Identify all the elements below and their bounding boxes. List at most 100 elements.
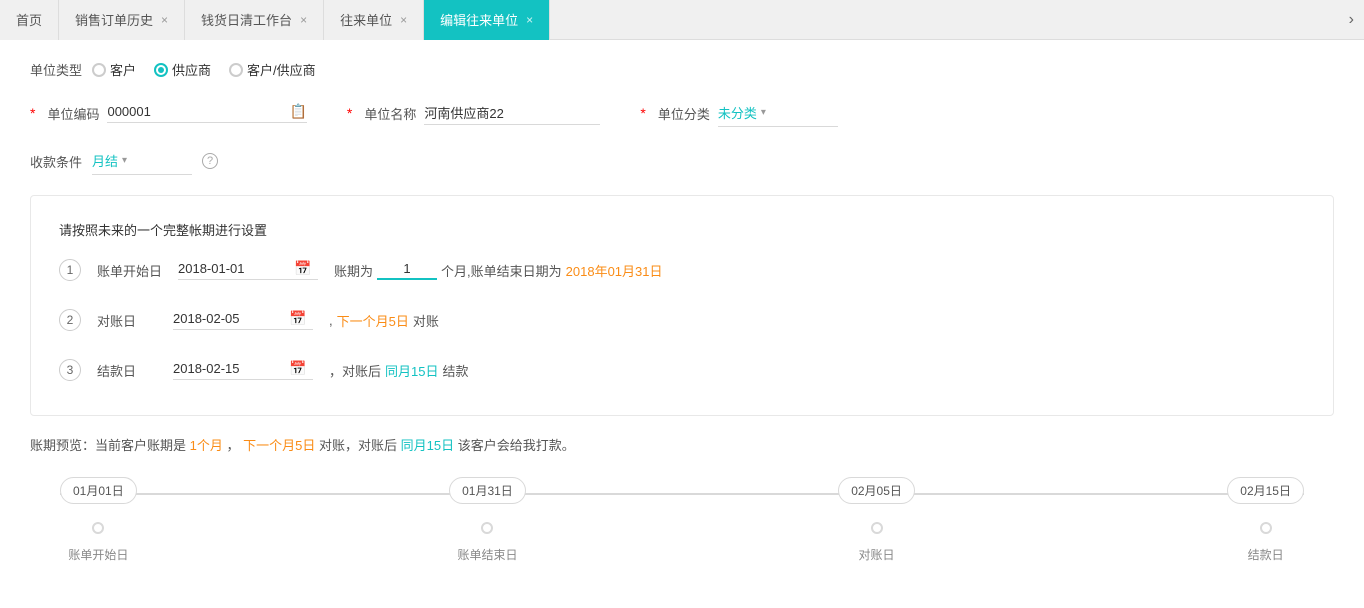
help-icon[interactable]: ? xyxy=(202,153,218,169)
timeline-badge-2: 02月05日 xyxy=(838,477,915,504)
timeline-node-label-0: 账单开始日 xyxy=(68,546,128,563)
step-number-1: 1 xyxy=(59,259,81,281)
step-desc-2: , 下一个月5日 对账 xyxy=(329,311,439,330)
step-highlight-1: 2018年01月31日 xyxy=(566,261,663,280)
tab-edit-partner-label: 编辑往来单位 xyxy=(440,10,518,29)
tab-partner[interactable]: 往来单位 × xyxy=(324,0,424,40)
tab-partner-close[interactable]: × xyxy=(400,13,407,27)
step-label-1: 账单开始日 xyxy=(97,261,162,280)
radio-both-circle xyxy=(229,63,243,77)
code-input-wrapper: 📋 xyxy=(107,103,306,123)
radio-customer[interactable]: 客户 xyxy=(92,60,136,79)
step-label-2: 对账日 xyxy=(97,311,157,330)
radio-supplier[interactable]: 供应商 xyxy=(154,60,211,79)
category-select[interactable]: 未分类 ▾ xyxy=(718,99,838,127)
tab-home-label: 首页 xyxy=(16,10,42,29)
step-suffix-3: 结款 xyxy=(442,361,468,380)
tab-sales-history[interactable]: 销售订单历史 × xyxy=(59,0,185,40)
timeline-badge-3: 02月15日 xyxy=(1227,477,1304,504)
timeline-badge-1: 01月31日 xyxy=(449,477,526,504)
radio-supplier-circle xyxy=(154,63,168,77)
timeline-badge-0: 01月01日 xyxy=(60,477,137,504)
step-label-3: 结款日 xyxy=(97,361,157,380)
preview-section: 账期预览：当前客户账期是 1个月 ， 下一个月5日 对账，对账后 同月15日 该… xyxy=(30,434,1334,563)
tab-cash-work-close[interactable]: × xyxy=(300,13,307,27)
category-label: 单位分类 xyxy=(658,104,710,123)
unit-type-row: 单位类型 客户 供应商 客户/供应商 xyxy=(30,60,1334,79)
step-row-2: 2 对账日 📅 , 下一个月5日 对账 xyxy=(59,309,1305,331)
timeline-node-1: 01月31日 账单结束日 xyxy=(449,477,526,563)
radio-customer-label: 客户 xyxy=(110,60,136,79)
step-number-2: 2 xyxy=(59,309,81,331)
payment-label: 收款条件 xyxy=(30,152,82,171)
step-row-3: 3 结款日 📅 ，对账后 同月15日 结款 xyxy=(59,359,1305,381)
tabs-bar: 首页 销售订单历史 × 钱货日清工作台 × 往来单位 × 编辑往来单位 × › xyxy=(0,0,1364,40)
preview-mid: ， xyxy=(227,438,240,453)
radio-both[interactable]: 客户/供应商 xyxy=(229,60,316,79)
step-date-2: 📅 xyxy=(173,310,313,330)
timeline-node-label-3: 结款日 xyxy=(1248,546,1284,563)
name-field-group: * 单位名称 xyxy=(347,101,600,125)
tab-home[interactable]: 首页 xyxy=(0,0,59,40)
tab-sales-history-close[interactable]: × xyxy=(161,13,168,27)
timeline-dot-2 xyxy=(871,522,883,534)
timeline-node-3: 02月15日 结款日 xyxy=(1227,477,1304,563)
step-desc-3: ，对账后 同月15日 结款 xyxy=(329,361,469,380)
step-date-1: 📅 xyxy=(178,260,318,280)
page-content: 单位类型 客户 供应商 客户/供应商 * 单位编码 📋 xyxy=(0,40,1364,608)
period-input[interactable] xyxy=(377,261,437,280)
code-input[interactable] xyxy=(107,104,283,119)
name-label: 单位名称 xyxy=(364,104,416,123)
step-suffix-2: 对账 xyxy=(413,311,439,330)
name-required: * xyxy=(347,105,352,121)
tab-edit-partner[interactable]: 编辑往来单位 × xyxy=(424,0,550,40)
step-period-unit-1: 个月,账单结束日期为 xyxy=(441,261,562,280)
unit-type-label: 单位类型 xyxy=(30,60,82,79)
name-input[interactable] xyxy=(424,101,600,125)
timeline-node-label-2: 对账日 xyxy=(859,546,895,563)
copy-icon[interactable]: 📋 xyxy=(289,103,306,120)
calendar-icon-2[interactable]: 📅 xyxy=(289,310,306,327)
step-date-input-1[interactable] xyxy=(178,261,288,276)
category-select-value: 未分类 xyxy=(718,103,757,122)
tab-edit-partner-close[interactable]: × xyxy=(526,13,533,27)
tab-cash-work-label: 钱货日清工作台 xyxy=(201,10,292,29)
radio-both-label: 客户/供应商 xyxy=(247,60,316,79)
step-highlight-3: 同月15日 xyxy=(385,361,438,380)
payment-chevron-icon: ▾ xyxy=(122,155,127,166)
code-label: 单位编码 xyxy=(47,104,99,123)
tab-sales-history-label: 销售订单历史 xyxy=(75,10,153,29)
timeline-dot-1 xyxy=(481,522,493,534)
category-field-group: * 单位分类 未分类 ▾ xyxy=(640,99,837,127)
calendar-icon-1[interactable]: 📅 xyxy=(294,260,311,277)
radio-supplier-label: 供应商 xyxy=(172,60,211,79)
step-prefix-3: ，对账后 xyxy=(329,361,381,380)
step-date-input-3[interactable] xyxy=(173,361,283,376)
timeline-node-2: 02月05日 对账日 xyxy=(838,477,915,563)
calendar-icon-3[interactable]: 📅 xyxy=(289,360,306,377)
tab-cash-work[interactable]: 钱货日清工作台 × xyxy=(185,0,324,40)
step-date-3: 📅 xyxy=(173,360,313,380)
timeline-nodes: 01月01日 账单开始日 01月31日 账单结束日 02月05日 对账日 02月… xyxy=(60,477,1304,563)
preview-pay: 同月15日 xyxy=(401,438,454,453)
timeline-node-0: 01月01日 账单开始日 xyxy=(60,477,137,563)
step-suffix-before-1: 账期为 xyxy=(334,261,373,280)
code-field-group: * 单位编码 📋 xyxy=(30,103,307,123)
step-row-1: 1 账单开始日 📅 账期为 个月,账单结束日期为 2018年01月31日 xyxy=(59,259,1305,281)
step-prefix-2: , xyxy=(329,313,333,328)
tab-partner-label: 往来单位 xyxy=(340,10,392,29)
radio-group: 客户 供应商 客户/供应商 xyxy=(92,60,316,79)
radio-customer-circle xyxy=(92,63,106,77)
timeline-node-label-1: 账单结束日 xyxy=(457,546,517,563)
step-highlight-2: 下一个月5日 xyxy=(337,311,409,330)
preview-period: 1个月 xyxy=(190,438,223,453)
payment-select-value: 月结 xyxy=(92,151,118,170)
step-desc-1: 账期为 个月,账单结束日期为 2018年01月31日 xyxy=(334,261,662,280)
code-name-category-row: * 单位编码 📋 * 单位名称 * 单位分类 未分类 ▾ xyxy=(30,99,1334,127)
preview-text: 账期预览：当前客户账期是 1个月 ， 下一个月5日 对账，对账后 同月15日 该… xyxy=(30,434,1334,457)
payment-select[interactable]: 月结 ▾ xyxy=(92,147,192,175)
tabs-arrow[interactable]: › xyxy=(1339,11,1364,29)
payment-row: 收款条件 月结 ▾ ? xyxy=(30,147,1334,175)
step-date-input-2[interactable] xyxy=(173,311,283,326)
category-chevron-icon: ▾ xyxy=(761,107,766,118)
